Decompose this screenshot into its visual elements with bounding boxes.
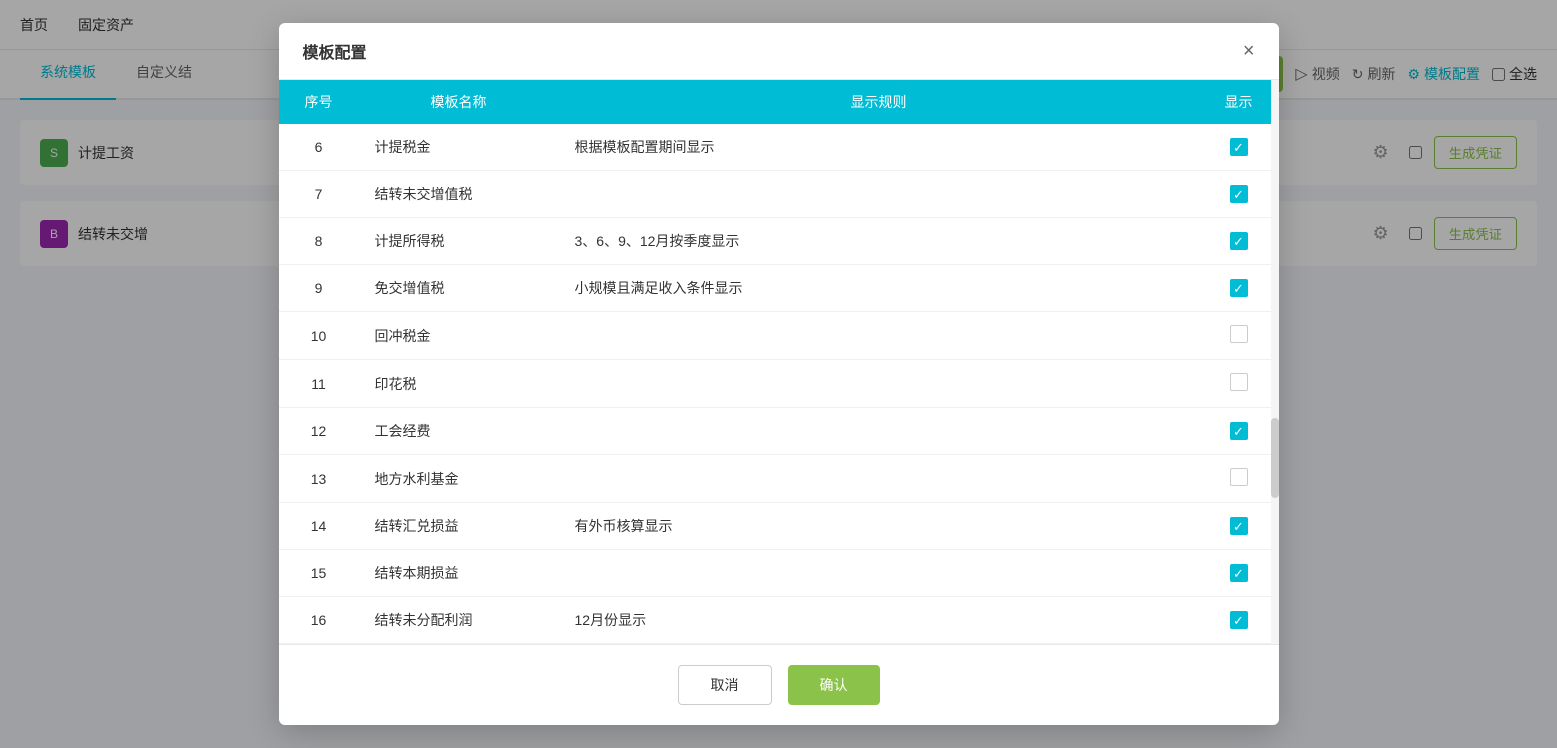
- row-id: 13: [279, 455, 359, 503]
- row-rule: 根据模板配置期间显示: [559, 124, 1199, 171]
- display-checkbox[interactable]: [1230, 373, 1248, 391]
- config-table: 序号 模板名称 显示规则 显示 6计提税金根据模板配置期间显示7结转未交增值税8…: [279, 80, 1279, 644]
- row-name: 结转本期损益: [359, 550, 559, 597]
- row-rule: [559, 171, 1199, 218]
- row-rule: [559, 312, 1199, 360]
- table-wrapper: 序号 模板名称 显示规则 显示 6计提税金根据模板配置期间显示7结转未交增值税8…: [279, 80, 1279, 644]
- display-checkbox[interactable]: [1230, 279, 1248, 297]
- display-checkbox[interactable]: [1230, 611, 1248, 629]
- table-header: 序号 模板名称 显示规则 显示: [279, 80, 1279, 124]
- row-rule: 有外币核算显示: [559, 503, 1199, 550]
- row-id: 14: [279, 503, 359, 550]
- table-body: 6计提税金根据模板配置期间显示7结转未交增值税8计提所得税3、6、9、12月按季…: [279, 124, 1279, 644]
- table-row: 15结转本期损益: [279, 550, 1279, 597]
- display-checkbox[interactable]: [1230, 517, 1248, 535]
- modal-footer: 取消 确认: [279, 644, 1279, 725]
- modal-header: 模板配置 ×: [279, 23, 1279, 80]
- row-id: 7: [279, 171, 359, 218]
- row-display: [1199, 124, 1279, 171]
- table-row: 12工会经费: [279, 408, 1279, 455]
- row-rule: [559, 408, 1199, 455]
- row-name: 计提所得税: [359, 218, 559, 265]
- row-id: 10: [279, 312, 359, 360]
- row-id: 15: [279, 550, 359, 597]
- row-display: [1199, 408, 1279, 455]
- scroll-track[interactable]: [1271, 80, 1279, 644]
- row-id: 11: [279, 360, 359, 408]
- row-rule: 12月份显示: [559, 597, 1199, 644]
- row-rule: [559, 550, 1199, 597]
- table-row: 14结转汇兑损益有外币核算显示: [279, 503, 1279, 550]
- row-id: 16: [279, 597, 359, 644]
- modal-body: 序号 模板名称 显示规则 显示 6计提税金根据模板配置期间显示7结转未交增值税8…: [279, 80, 1279, 644]
- modal-template-config: 模板配置 × 序号 模板名称 显示规则 显示 6计提税金根据模板配置期间显: [279, 23, 1279, 725]
- row-display: [1199, 360, 1279, 408]
- row-rule: [559, 360, 1199, 408]
- table-row: 8计提所得税3、6、9、12月按季度显示: [279, 218, 1279, 265]
- display-checkbox[interactable]: [1230, 185, 1248, 203]
- row-name: 计提税金: [359, 124, 559, 171]
- table-row: 16结转未分配利润12月份显示: [279, 597, 1279, 644]
- modal-title: 模板配置: [303, 39, 367, 63]
- table-row: 11印花税: [279, 360, 1279, 408]
- row-id: 12: [279, 408, 359, 455]
- row-rule: 3、6、9、12月按季度显示: [559, 218, 1199, 265]
- row-display: [1199, 312, 1279, 360]
- display-checkbox[interactable]: [1230, 422, 1248, 440]
- row-name: 免交增值税: [359, 265, 559, 312]
- cancel-button[interactable]: 取消: [678, 665, 772, 705]
- modal-close-button[interactable]: ×: [1243, 41, 1255, 61]
- col-header-id: 序号: [279, 80, 359, 124]
- col-header-display: 显示: [1199, 80, 1279, 124]
- row-display: [1199, 265, 1279, 312]
- table-row: 6计提税金根据模板配置期间显示: [279, 124, 1279, 171]
- row-name: 回冲税金: [359, 312, 559, 360]
- table-row: 13地方水利基金: [279, 455, 1279, 503]
- row-name: 结转未交增值税: [359, 171, 559, 218]
- row-display: [1199, 455, 1279, 503]
- row-display: [1199, 550, 1279, 597]
- modal-overlay: 模板配置 × 序号 模板名称 显示规则 显示 6计提税金根据模板配置期间显: [0, 0, 1557, 748]
- display-checkbox[interactable]: [1230, 138, 1248, 156]
- row-name: 结转汇兑损益: [359, 503, 559, 550]
- row-name: 工会经费: [359, 408, 559, 455]
- col-header-name: 模板名称: [359, 80, 559, 124]
- display-checkbox[interactable]: [1230, 564, 1248, 582]
- row-name: 印花税: [359, 360, 559, 408]
- row-display: [1199, 218, 1279, 265]
- row-name: 结转未分配利润: [359, 597, 559, 644]
- row-rule: 小规模且满足收入条件显示: [559, 265, 1199, 312]
- row-display: [1199, 503, 1279, 550]
- confirm-button[interactable]: 确认: [788, 665, 880, 705]
- display-checkbox[interactable]: [1230, 325, 1248, 343]
- row-id: 6: [279, 124, 359, 171]
- row-id: 8: [279, 218, 359, 265]
- display-checkbox[interactable]: [1230, 468, 1248, 486]
- row-display: [1199, 171, 1279, 218]
- table-row: 10回冲税金: [279, 312, 1279, 360]
- row-id: 9: [279, 265, 359, 312]
- display-checkbox[interactable]: [1230, 232, 1248, 250]
- row-rule: [559, 455, 1199, 503]
- row-name: 地方水利基金: [359, 455, 559, 503]
- table-row: 9免交增值税小规模且满足收入条件显示: [279, 265, 1279, 312]
- scroll-thumb: [1271, 418, 1279, 498]
- table-row: 7结转未交增值税: [279, 171, 1279, 218]
- row-display: [1199, 597, 1279, 644]
- col-header-rule: 显示规则: [559, 80, 1199, 124]
